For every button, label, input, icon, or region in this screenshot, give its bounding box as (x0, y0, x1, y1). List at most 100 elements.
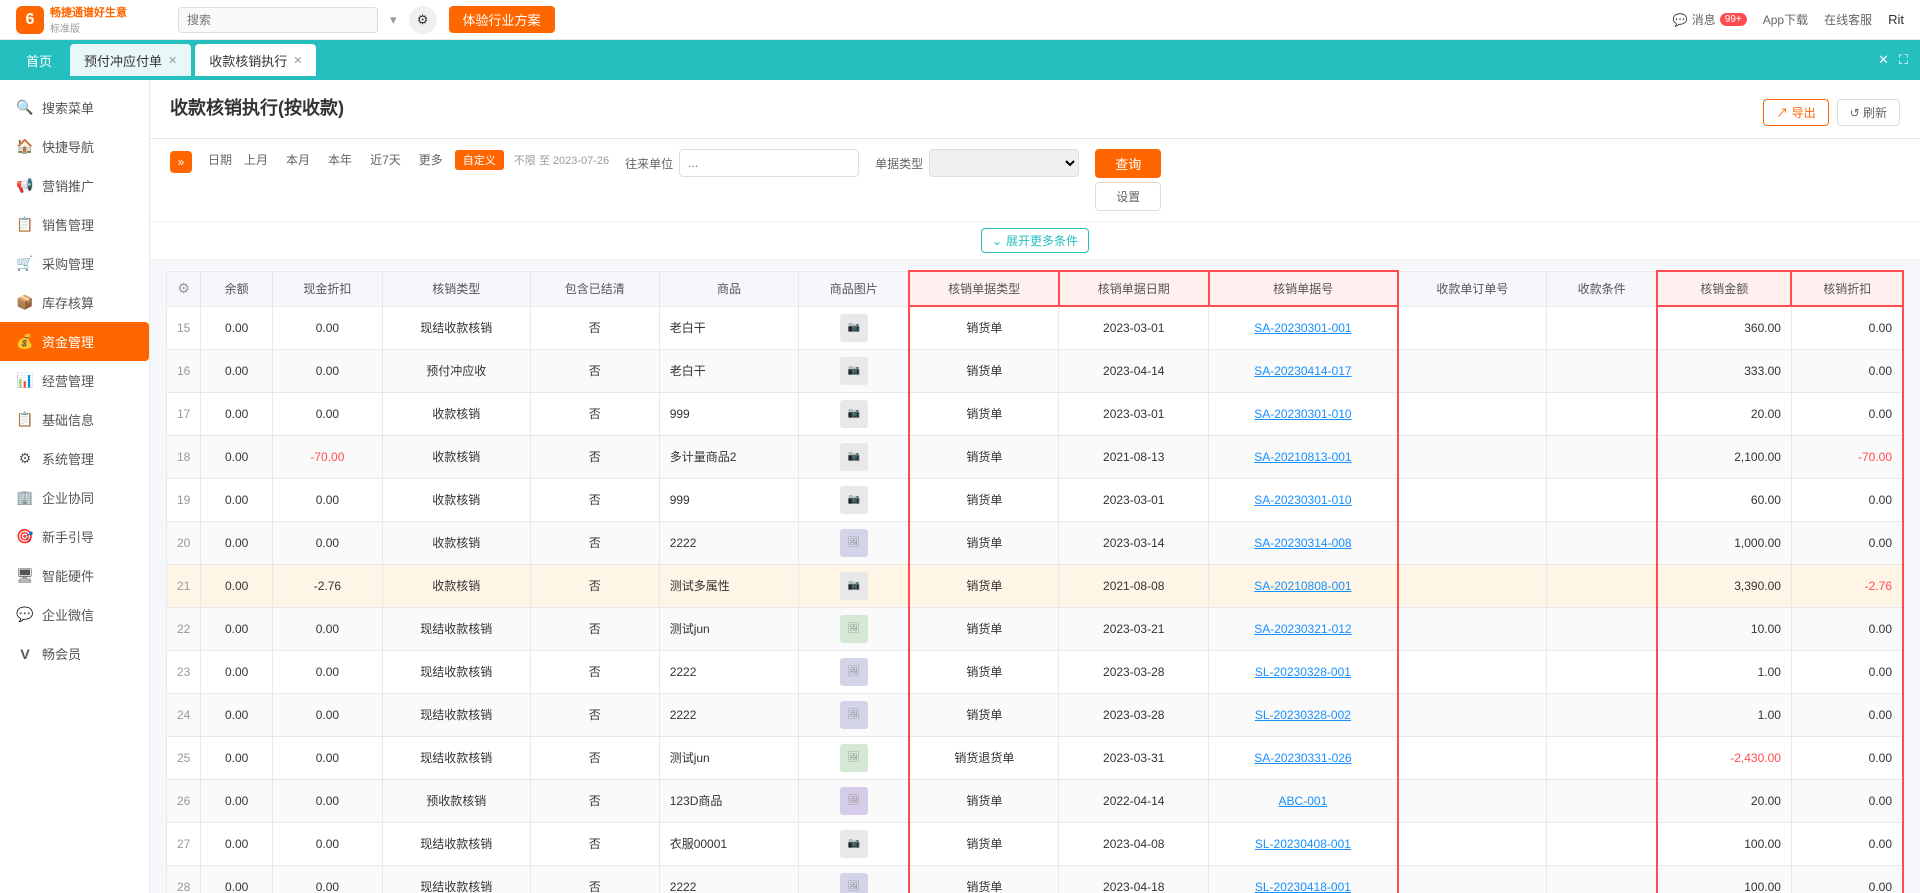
tab-prepay-close[interactable]: ✕ (168, 54, 177, 67)
row-doc-no[interactable]: SA-20230301-001 (1209, 306, 1398, 349)
row-doc-no[interactable]: ABC-001 (1209, 779, 1398, 822)
page-title: 收款核销执行(按收款) (170, 94, 344, 120)
col-amount: 核销金额 (1657, 271, 1791, 306)
query-button[interactable]: 查询 (1095, 149, 1161, 178)
filter-expand-btn[interactable]: » (170, 151, 192, 173)
row-type: 预付冲应收 (382, 349, 530, 392)
row-doc-no[interactable]: SL-20230328-002 (1209, 693, 1398, 736)
sidebar-item-system[interactable]: ⚙ 系统管理 (0, 439, 149, 478)
row-goods-img: 🖼 (799, 736, 910, 779)
goods-image: 📷 (840, 830, 868, 858)
table-row: 20 0.00 0.00 收款核销 否 2222 🖼 销货单 2023-03-1… (167, 521, 1904, 564)
row-closed: 否 (530, 607, 659, 650)
row-doc-date: 2023-04-14 (1059, 349, 1209, 392)
settings-icon[interactable]: ⚙ (409, 6, 437, 34)
row-cash-discount: 0.00 (272, 822, 382, 865)
row-closed: 否 (530, 650, 659, 693)
basic-icon: 📋 (16, 411, 34, 428)
row-doc-date: 2023-03-01 (1059, 306, 1209, 349)
row-goods-img: 🖼 (799, 650, 910, 693)
row-doc-no[interactable]: SA-20230314-008 (1209, 521, 1398, 564)
row-no: 19 (167, 478, 201, 521)
sidebar-item-corp[interactable]: 🏢 企业协同 (0, 478, 149, 517)
row-doc-no[interactable]: SA-20210813-001 (1209, 435, 1398, 478)
row-amount: 100.00 (1657, 865, 1791, 893)
row-doc-no[interactable]: SA-20210808-001 (1209, 564, 1398, 607)
row-balance: 0.00 (201, 822, 273, 865)
app-download-btn[interactable]: App下载 (1763, 11, 1808, 28)
row-doc-no[interactable]: SL-20230328-001 (1209, 650, 1398, 693)
row-doc-no[interactable]: SA-20230331-026 (1209, 736, 1398, 779)
date-btn-7days[interactable]: 近7天 (364, 149, 407, 170)
sidebar-item-purchase[interactable]: 🛒 采购管理 (0, 244, 149, 283)
online-service-btn[interactable]: 在线客服 (1824, 11, 1872, 28)
sidebar-item-hardware[interactable]: 🖥 智能硬件 (0, 556, 149, 595)
table-row: 28 0.00 0.00 现结收款核销 否 2222 🖼 销货单 2023-04… (167, 865, 1904, 893)
sidebar-item-label: 新手引导 (42, 527, 94, 546)
search-input[interactable] (178, 7, 378, 33)
row-doc-no[interactable]: SA-20230414-017 (1209, 349, 1398, 392)
row-doc-type: 销货退货单 (909, 736, 1059, 779)
date-custom-btn[interactable]: 自定义 (455, 150, 504, 170)
sidebar-item-basic[interactable]: 📋 基础信息 (0, 400, 149, 439)
col-discount: 核销折扣 (1791, 271, 1903, 306)
main-container: 🔍 搜索菜单 🏠 快捷导航 📢 营销推广 📋 销售管理 🛒 采购管理 📦 库存核… (0, 80, 1920, 893)
tab-home[interactable]: 首页 (12, 44, 66, 76)
row-goods-img: 📷 (799, 822, 910, 865)
row-doc-no[interactable]: SL-20230418-001 (1209, 865, 1398, 893)
sidebar-item-sales[interactable]: 📋 销售管理 (0, 205, 149, 244)
dropdown-icon[interactable]: ▾ (390, 12, 397, 28)
sidebar-item-ops[interactable]: 📊 经营管理 (0, 361, 149, 400)
export-button[interactable]: ↗ 导出 (1763, 99, 1828, 126)
row-cash-discount: -70.00 (272, 435, 382, 478)
date-btn-this-month[interactable]: 本月 (280, 149, 316, 170)
row-balance: 0.00 (201, 521, 273, 564)
date-btn-more[interactable]: 更多 (413, 149, 449, 170)
row-type: 现结收款核销 (382, 865, 530, 893)
refresh-button[interactable]: ↺ 刷新 (1837, 99, 1900, 126)
window-close-icon[interactable]: ✕ (1878, 52, 1889, 68)
row-goods: 2222 (659, 865, 799, 893)
logo-icon: 6 (16, 6, 44, 34)
row-type: 现结收款核销 (382, 607, 530, 650)
row-goods-img: 📷 (799, 478, 910, 521)
row-order-no (1398, 736, 1547, 779)
row-doc-no[interactable]: SL-20230408-001 (1209, 822, 1398, 865)
receipt-type-select[interactable] (929, 149, 1079, 177)
col-settings[interactable]: ⚙ (167, 271, 201, 306)
row-goods-img: 🖼 (799, 865, 910, 893)
expand-more-btn[interactable]: ⌄ 展开更多条件 (981, 228, 1089, 253)
tab-receipt[interactable]: 收款核销执行 ✕ (195, 44, 316, 76)
sidebar-item-guide[interactable]: 🎯 新手引导 (0, 517, 149, 556)
date-btn-this-year[interactable]: 本年 (322, 149, 358, 170)
row-closed: 否 (530, 736, 659, 779)
row-pay-condition (1547, 564, 1658, 607)
goods-image: 📷 (840, 314, 868, 342)
industry-btn[interactable]: 体验行业方案 (449, 6, 555, 33)
user-name[interactable]: Rit (1888, 12, 1904, 27)
row-cash-discount: 0.00 (272, 865, 382, 893)
sidebar-item-quicknav[interactable]: 🏠 快捷导航 (0, 127, 149, 166)
tab-prepay[interactable]: 预付冲应付单 ✕ (70, 44, 191, 76)
sidebar-item-member[interactable]: V 畅会员 (0, 634, 149, 673)
unit-input[interactable] (679, 149, 859, 177)
settings-button[interactable]: 设置 (1095, 182, 1161, 211)
sidebar-item-finance[interactable]: 💰 资金管理 (0, 322, 149, 361)
row-balance: 0.00 (201, 736, 273, 779)
message-btn[interactable]: 💬 消息 99+ (1673, 11, 1747, 28)
sidebar-item-inventory[interactable]: 📦 库存核算 (0, 283, 149, 322)
row-discount: 0.00 (1791, 478, 1903, 521)
sidebar-item-wechat[interactable]: 💬 企业微信 (0, 595, 149, 634)
row-doc-no[interactable]: SA-20230301-010 (1209, 478, 1398, 521)
sidebar-item-search[interactable]: 🔍 搜索菜单 (0, 88, 149, 127)
message-badge: 99+ (1720, 13, 1747, 26)
row-pay-condition (1547, 607, 1658, 650)
tab-receipt-close[interactable]: ✕ (293, 54, 302, 67)
window-expand-icon[interactable]: ⛶ (1899, 52, 1908, 68)
table-row: 17 0.00 0.00 收款核销 否 999 📷 销货单 2023-03-01… (167, 392, 1904, 435)
sidebar-item-marketing[interactable]: 📢 营销推广 (0, 166, 149, 205)
row-doc-no[interactable]: SA-20230301-010 (1209, 392, 1398, 435)
date-btn-last-month[interactable]: 上月 (238, 149, 274, 170)
row-doc-no[interactable]: SA-20230321-012 (1209, 607, 1398, 650)
col-balance: 余额 (201, 271, 273, 306)
